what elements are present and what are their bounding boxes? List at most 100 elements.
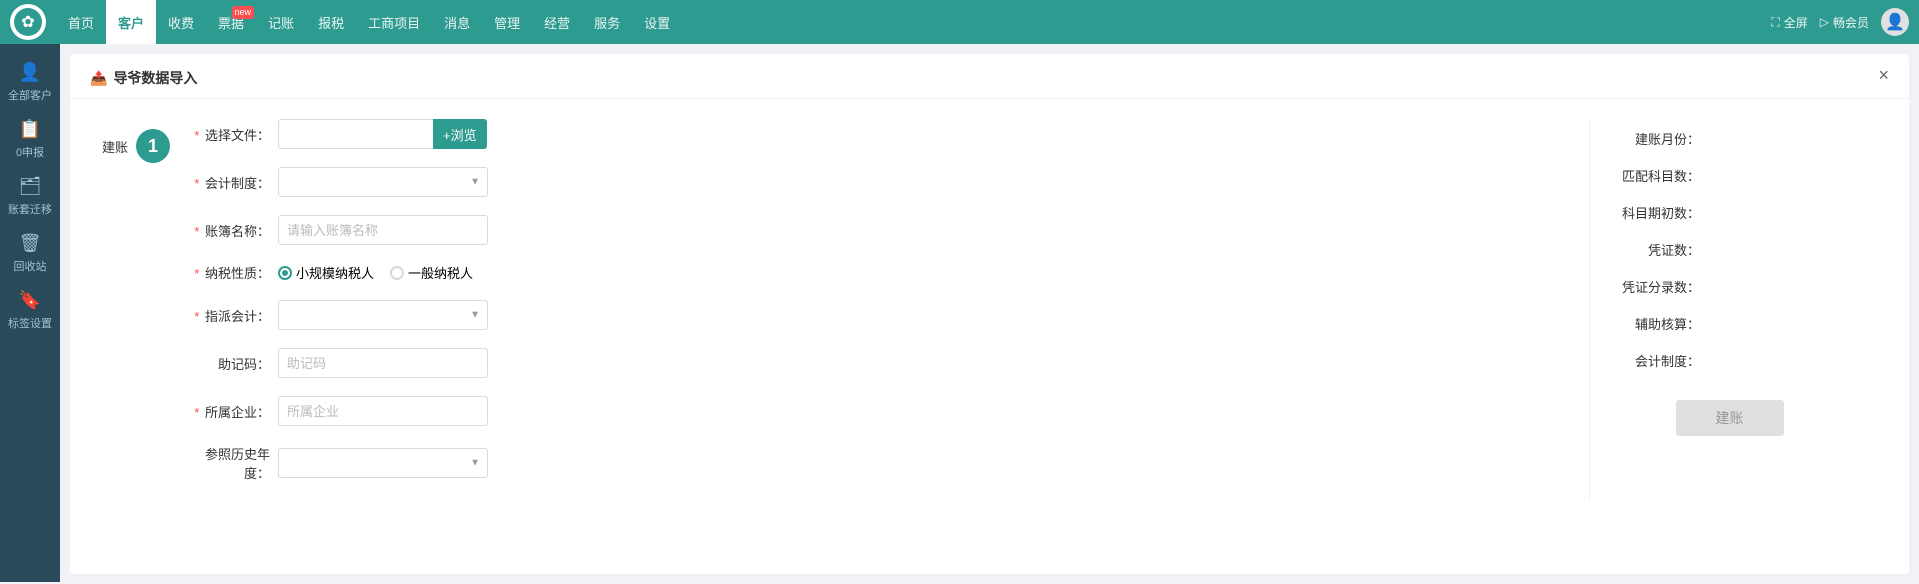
memo-code-label: 助记码： [190, 354, 270, 373]
dialog-title: 导爷数据导入 [113, 68, 197, 88]
vip-btn[interactable]: ▷ 畅会员 [1820, 14, 1869, 31]
required-star-file: * [194, 128, 199, 143]
nav-service-label: 服务 [594, 13, 620, 32]
tax-general-radio[interactable]: 一般纳税人 [390, 263, 473, 282]
ledger-name-input[interactable] [278, 215, 488, 245]
left-form: * 选择文件： +浏览 * 会计制度： [190, 119, 1589, 500]
logo-inner: ✿ [14, 8, 42, 36]
nav-client[interactable]: 客户 [106, 0, 156, 44]
dialog-header: 📤 导爷数据导入 [70, 54, 1909, 99]
all-clients-label: 全部客户 [8, 87, 52, 103]
required-star-company: * [194, 405, 199, 420]
info-label-1: 匹配科目数： [1610, 166, 1700, 185]
nav-items: 首页 客户 收费 票据 new 记账 报税 工商项目 消息 管理 经营 [56, 0, 1771, 44]
nav-settings-label: 设置 [644, 13, 670, 32]
nav-home[interactable]: 首页 [56, 0, 106, 44]
nav-message[interactable]: 消息 [432, 0, 482, 44]
nav-bookkeeping[interactable]: 记账 [256, 0, 306, 44]
ledger-name-row: * 账簿名称： [190, 215, 1549, 245]
assign-accountant-select-wrapper: ▼ [278, 300, 488, 330]
migrate-label: 账套迁移 [8, 201, 52, 217]
info-row-2: 科目期初数： [1610, 203, 1849, 222]
sidebar-item-all-clients[interactable]: 👤 全部客户 [0, 54, 60, 111]
step-area: 建账 1 [70, 119, 190, 500]
info-row-0: 建账月份： [1610, 129, 1849, 148]
fullscreen-icon: ⛶ [1771, 15, 1779, 30]
nav-settings[interactable]: 设置 [632, 0, 682, 44]
history-year-label: 参照历史年度： [190, 444, 270, 482]
nav-message-label: 消息 [444, 13, 470, 32]
accounting-system-label: * 会计制度： [190, 173, 270, 192]
info-row-6: 会计制度： [1610, 351, 1849, 370]
assign-accountant-select[interactable] [278, 300, 488, 330]
tags-icon: 🔖 [19, 290, 41, 311]
sidebar-item-declare[interactable]: 📋 0申报 [0, 111, 60, 168]
required-star-accountant: * [194, 309, 199, 324]
info-label-3: 凭证数： [1610, 240, 1700, 259]
nav-manage-label: 管理 [494, 13, 520, 32]
nav-manage[interactable]: 管理 [482, 0, 532, 44]
dialog-card: 📤 导爷数据导入 × 建账 1 * 选择文件： [70, 54, 1909, 574]
close-button[interactable]: × [1878, 66, 1889, 84]
info-row-3: 凭证数： [1610, 240, 1849, 259]
file-input-group: +浏览 [278, 119, 487, 149]
nav-client-label: 客户 [118, 13, 144, 32]
nav-invoice-badge: new [232, 6, 255, 19]
fullscreen-btn[interactable]: ⛶ 全屏 [1771, 14, 1807, 31]
affiliated-company-label: * 所属企业： [190, 402, 270, 421]
avatar[interactable]: 👤 [1881, 8, 1909, 36]
sidebar-item-tags[interactable]: 🔖 标签设置 [0, 282, 60, 339]
history-year-select-wrapper: ▼ [278, 448, 488, 478]
step-circle: 1 [136, 129, 170, 163]
memo-code-input[interactable] [278, 348, 488, 378]
nav-home-label: 首页 [68, 13, 94, 32]
history-year-row: 参照历史年度： ▼ [190, 444, 1549, 482]
info-row-4: 凭证分录数： [1610, 277, 1849, 296]
tax-small-dot [278, 266, 292, 280]
nav-invoice[interactable]: 票据 new [206, 0, 256, 44]
affiliated-company-row: * 所属企业： [190, 396, 1549, 426]
accounting-system-select[interactable] [278, 167, 488, 197]
assign-accountant-label-text: 指派会计： [205, 309, 270, 324]
info-label-2: 科目期初数： [1610, 203, 1700, 222]
nav-operation-label: 经营 [544, 13, 570, 32]
sidebar-item-migrate[interactable]: 🗂 账套迁移 [0, 168, 60, 225]
affiliated-company-input[interactable] [278, 396, 488, 426]
accounting-system-label-text: 会计制度： [205, 176, 270, 191]
info-label-6: 会计制度： [1610, 351, 1700, 370]
affiliated-company-label-text: 所属企业： [205, 405, 270, 420]
recycle-icon: 🗑 [19, 233, 42, 254]
tax-type-row: * 纳税性质： 小规模纳税人 一般纳税人 [190, 263, 1549, 282]
all-clients-icon: 👤 [19, 62, 41, 83]
step-wrap: 建账 1 [102, 129, 170, 163]
history-year-select[interactable] [278, 448, 488, 478]
user-icon: 👤 [1885, 12, 1905, 32]
nav-operation[interactable]: 经营 [532, 0, 582, 44]
memo-code-label-text: 助记码： [218, 357, 270, 372]
nav-fee[interactable]: 收费 [156, 0, 206, 44]
file-input[interactable] [278, 119, 433, 149]
btn-row: 建账 [1610, 390, 1849, 436]
browse-button[interactable]: +浏览 [433, 119, 487, 149]
logo[interactable]: ✿ [10, 4, 46, 40]
fullscreen-label: 全屏 [1784, 14, 1808, 31]
required-star-tax: * [194, 266, 199, 281]
ledger-name-label: * 账簿名称： [190, 221, 270, 240]
tax-type-label-text: 纳税性质： [205, 266, 270, 281]
main-content: 📤 导爷数据导入 × 建账 1 * 选择文件： [60, 44, 1919, 584]
memo-code-row: 助记码： [190, 348, 1549, 378]
file-row: * 选择文件： +浏览 [190, 119, 1549, 149]
create-account-button[interactable]: 建账 [1676, 400, 1784, 436]
nav-fee-label: 收费 [168, 13, 194, 32]
tax-small-radio[interactable]: 小规模纳税人 [278, 263, 374, 282]
nav-service[interactable]: 服务 [582, 0, 632, 44]
file-label-text: 选择文件： [205, 128, 270, 143]
file-label: * 选择文件： [190, 125, 270, 144]
nav-tax[interactable]: 报税 [306, 0, 356, 44]
required-star-system: * [194, 176, 199, 191]
sidebar-item-recycle[interactable]: 🗑 回收站 [0, 225, 60, 282]
top-navigation: ✿ 首页 客户 收费 票据 new 记账 报税 工商项目 消息 管理 [0, 0, 1919, 44]
tax-general-label: 一般纳税人 [408, 263, 473, 282]
declare-icon: 📋 [19, 119, 41, 140]
nav-business[interactable]: 工商项目 [356, 0, 432, 44]
